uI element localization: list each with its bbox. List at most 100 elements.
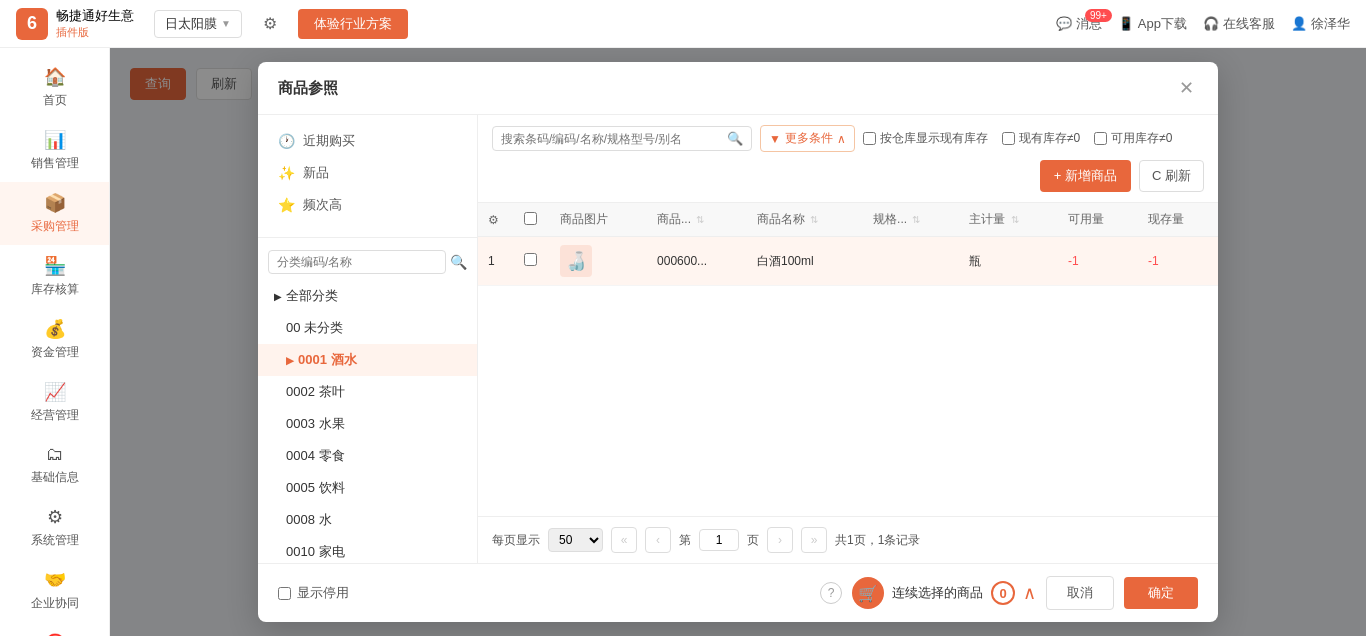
quick-item-recent[interactable]: 🕐 近期购买 — [268, 125, 467, 157]
check-current-stock[interactable]: 现有库存≠0 — [1002, 130, 1080, 147]
product-search-box: 🔍 — [492, 126, 752, 151]
th-settings[interactable]: ⚙ — [478, 203, 514, 237]
check-available-stock[interactable]: 可用库存≠0 — [1094, 130, 1172, 147]
add-product-button[interactable]: + 新增商品 — [1040, 160, 1131, 192]
help-icon[interactable]: ? — [820, 582, 842, 604]
product-table: ⚙ 商品图片 商品... ⇅ 商品名称 ⇅ 规格... ⇅ 主计量 ⇅ 可用量 — [478, 203, 1218, 286]
th-available: 可用量 — [1058, 203, 1138, 237]
left-panel-collapse-button[interactable]: ‹ — [477, 319, 478, 359]
row-checkbox[interactable] — [524, 253, 537, 266]
category-item-all[interactable]: ▶ 全部分类 — [258, 280, 477, 312]
category-search-area: 🔍 — [258, 244, 477, 280]
modal-left-panel: 🕐 近期购买 ✨ 新品 ⭐ 频次高 — [258, 115, 478, 563]
messages-button[interactable]: 💬 消息 99+ — [1056, 15, 1102, 33]
check-warehouse-stock[interactable]: 按仓库显示现有库存 — [863, 130, 988, 147]
per-page-select[interactable]: 50 100 — [548, 528, 603, 552]
operations-icon: 📈 — [44, 381, 66, 403]
sidebar-item-operations[interactable]: 📈 经营管理 — [0, 371, 109, 434]
page-last-button[interactable]: » — [801, 527, 827, 553]
page-next-button[interactable]: › — [767, 527, 793, 553]
row-unit: 瓶 — [959, 237, 1058, 286]
category-item-3[interactable]: 0003 水果 — [258, 408, 477, 440]
show-disabled-checkbox[interactable] — [278, 587, 291, 600]
message-badge: 99+ — [1085, 9, 1112, 22]
th-unit: 主计量 ⇅ — [959, 203, 1058, 237]
checkbox-available-stock[interactable] — [1094, 132, 1107, 145]
user-avatar[interactable]: 👤 徐泽华 — [1291, 15, 1350, 33]
th-stock: 现存量 — [1138, 203, 1218, 237]
app-download-button[interactable]: 📱 App下载 — [1118, 15, 1187, 33]
checkbox-warehouse[interactable] — [863, 132, 876, 145]
modal-footer: 显示停用 ? 🛒 连续选择的商品 0 ∧ 取消 确定 — [258, 563, 1218, 622]
category-search-input[interactable] — [268, 250, 446, 274]
footer-right: ? 🛒 连续选择的商品 0 ∧ 取消 确定 — [820, 576, 1198, 610]
category-item-7[interactable]: 0010 家电 — [258, 536, 477, 563]
phone-icon: 📱 — [1118, 16, 1134, 31]
modal-body: 🕐 近期购买 ✨ 新品 ⭐ 频次高 — [258, 115, 1218, 563]
guide-icon: 🎯 — [44, 632, 66, 636]
sidebar-item-sales[interactable]: 📊 销售管理 — [0, 119, 109, 182]
confirm-button[interactable]: 确定 — [1124, 577, 1198, 609]
product-reference-modal: 商品参照 ✕ 🕐 近期购买 ✨ 新品 — [258, 62, 1218, 622]
filter-bar: 🔍 ▼ 更多条件 ∧ 按仓库显示现有库存 — [478, 115, 1218, 203]
page-prev-button[interactable]: ‹ — [645, 527, 671, 553]
table-header-row: ⚙ 商品图片 商品... ⇅ 商品名称 ⇅ 规格... ⇅ 主计量 ⇅ 可用量 — [478, 203, 1218, 237]
category-search-icon[interactable]: 🔍 — [450, 254, 467, 270]
main-layout: 🏠 首页 📊 销售管理 📦 采购管理 🏪 库存核算 💰 资金管理 📈 经营管理 … — [0, 48, 1366, 636]
store-selector[interactable]: 日太阳膜 ▼ — [154, 10, 242, 38]
checkbox-current-stock[interactable] — [1002, 132, 1015, 145]
category-item-0[interactable]: 00 未分类 — [258, 312, 477, 344]
sidebar-item-base-info[interactable]: 🗂 基础信息 — [0, 434, 109, 496]
category-item-2[interactable]: 0002 茶叶 — [258, 376, 477, 408]
product-search-icon[interactable]: 🔍 — [727, 131, 743, 146]
sidebar-item-home[interactable]: 🏠 首页 — [0, 56, 109, 119]
collab-icon: 🤝 — [44, 569, 66, 591]
quick-item-new[interactable]: ✨ 新品 — [268, 157, 467, 189]
logo-text: 畅捷通好生意 插件版 — [56, 7, 134, 40]
sidebar-item-system[interactable]: ⚙ 系统管理 — [0, 496, 109, 559]
page-label: 第 — [679, 532, 691, 549]
customer-service-button[interactable]: 🎧 在线客服 — [1203, 15, 1275, 33]
sales-icon: 📊 — [44, 129, 66, 151]
row-spec — [863, 237, 959, 286]
row-available: -1 — [1058, 237, 1138, 286]
page-input[interactable] — [699, 529, 739, 551]
product-search-input[interactable] — [501, 132, 721, 146]
sidebar: 🏠 首页 📊 销售管理 📦 采购管理 🏪 库存核算 💰 资金管理 📈 经营管理 … — [0, 48, 110, 636]
trial-button[interactable]: 体验行业方案 — [298, 9, 408, 39]
page-first-button[interactable]: « — [611, 527, 637, 553]
filter-icon: ▼ — [769, 132, 781, 146]
cancel-button[interactable]: 取消 — [1046, 576, 1114, 610]
sidebar-item-inventory[interactable]: 🏪 库存核算 — [0, 245, 109, 308]
sidebar-item-purchase[interactable]: 📦 采购管理 — [0, 182, 109, 245]
category-item-1[interactable]: ▶ 0001 酒水 — [258, 344, 477, 376]
th-product-code: 商品... ⇅ — [647, 203, 747, 237]
cart-label: 连续选择的商品 — [892, 584, 983, 602]
modal-close-button[interactable]: ✕ — [1174, 76, 1198, 100]
category-item-5[interactable]: 0005 饮料 — [258, 472, 477, 504]
sidebar-item-collab[interactable]: 🤝 企业协同 — [0, 559, 109, 622]
refresh-table-button[interactable]: C 刷新 — [1139, 160, 1204, 192]
select-all-checkbox[interactable] — [524, 212, 537, 225]
sidebar-item-guide[interactable]: 🎯 新手引导 — [0, 622, 109, 636]
filter-action-buttons: + 新增商品 C 刷新 — [1040, 160, 1204, 192]
row-stock: -1 — [1138, 237, 1218, 286]
cart-summary: 🛒 连续选择的商品 0 ∧ — [852, 577, 1036, 609]
category-item-4[interactable]: 0004 零食 — [258, 440, 477, 472]
top-nav: 6 畅捷通好生意 插件版 日太阳膜 ▼ ⚙ 体验行业方案 💬 消息 99+ 📱 … — [0, 0, 1366, 48]
cart-icon[interactable]: 🛒 — [852, 577, 884, 609]
show-disabled-toggle[interactable]: 显示停用 — [278, 584, 349, 602]
sidebar-item-finance[interactable]: 💰 资金管理 — [0, 308, 109, 371]
home-icon: 🏠 — [44, 66, 66, 88]
quick-item-frequent[interactable]: ⭐ 频次高 — [268, 189, 467, 221]
modal-right-panel: 🔍 ▼ 更多条件 ∧ 按仓库显示现有库存 — [478, 115, 1218, 563]
more-conditions-button[interactable]: ▼ 更多条件 ∧ — [760, 125, 855, 152]
chevron-down-icon: ▼ — [221, 18, 231, 29]
message-icon: 💬 — [1056, 16, 1072, 31]
category-item-6[interactable]: 0008 水 — [258, 504, 477, 536]
logo-area: 6 畅捷通好生意 插件版 — [16, 7, 134, 40]
settings-icon[interactable]: ⚙ — [254, 8, 286, 40]
clock-icon: 🕐 — [278, 133, 295, 149]
collapse-cart-icon[interactable]: ∧ — [1023, 582, 1036, 604]
main-content: 查询 刷新 设置 商品参照 ✕ 🕐 — [110, 48, 1366, 636]
